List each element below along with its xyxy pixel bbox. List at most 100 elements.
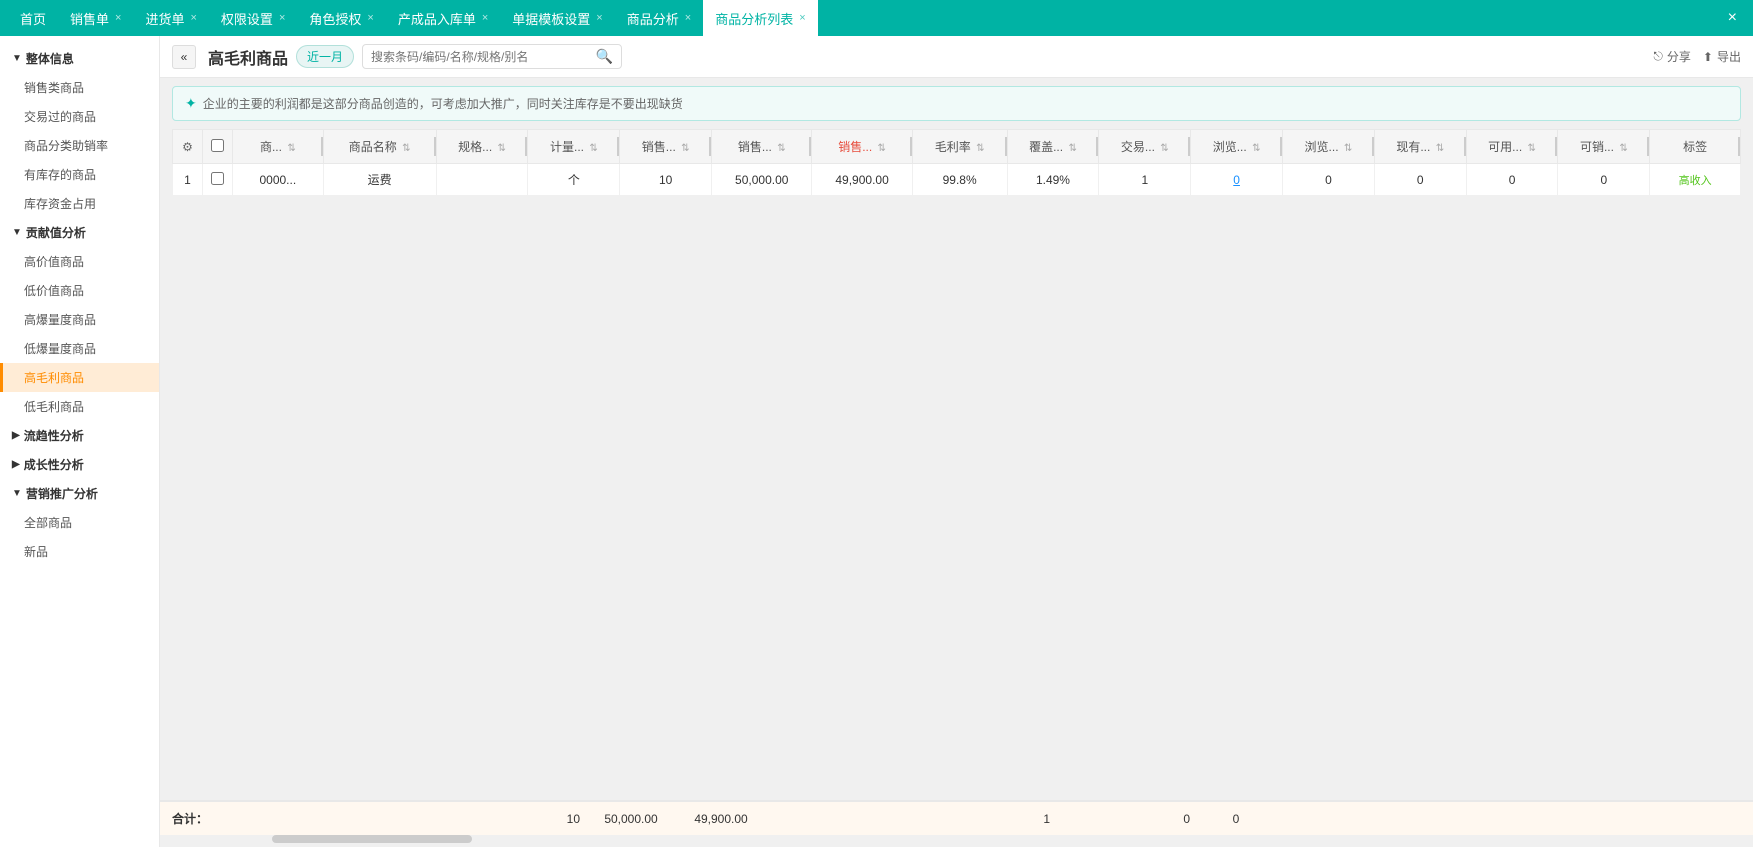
col-header-checkbox[interactable] [203, 130, 233, 164]
sidebar-collapse-button[interactable]: « [172, 45, 196, 69]
sort-icon[interactable]: ⇅ [1528, 143, 1536, 154]
footer-transaction: 1 [766, 812, 1056, 826]
close-icon[interactable]: × [279, 12, 285, 24]
sidebar-item-sales-goods[interactable]: 销售类商品 [0, 73, 159, 102]
col-header-coverage: 覆盖... ⇅ [1007, 130, 1099, 164]
row-spec [436, 164, 528, 196]
main-layout: ▼ 整体信息 销售类商品 交易过的商品 商品分类助销率 有库存的商品 库存资金占… [0, 36, 1753, 847]
sort-icon[interactable]: ⇅ [287, 143, 295, 154]
row-num: 1 [173, 164, 203, 196]
sort-icon[interactable]: ⇅ [402, 143, 410, 154]
content-area: « 高毛利商品 近一月 🔍 ⎋ 分享 ⬆ 导出 [160, 36, 1753, 847]
sidebar-item-new-goods[interactable]: 新品 [0, 537, 159, 566]
sort-icon[interactable]: ⇅ [878, 143, 886, 154]
nav-tab-analysis[interactable]: 商品分析 × [615, 0, 703, 36]
row-browse1[interactable]: 0 [1191, 164, 1283, 196]
sort-icon[interactable]: ⇅ [1252, 143, 1260, 154]
close-icon[interactable]: × [190, 12, 196, 24]
row-name: 运费 [323, 164, 436, 196]
sort-icon[interactable]: ⇅ [589, 143, 597, 154]
gear-icon[interactable]: ⚙ [182, 140, 193, 154]
sidebar-item-high-margin[interactable]: 高毛利商品 [0, 363, 159, 392]
sidebar-item-all-goods[interactable]: 全部商品 [0, 508, 159, 537]
nav-tab-template[interactable]: 单据模板设置 × [500, 0, 614, 36]
search-box[interactable]: 🔍 [362, 44, 622, 69]
export-icon: ⬆ [1703, 50, 1713, 64]
sidebar-item-high-value[interactable]: 高价值商品 [0, 247, 159, 276]
share-icon: ⎋ [1653, 49, 1663, 64]
close-icon[interactable]: × [685, 12, 691, 24]
footer-sales-qty: 10 [216, 812, 586, 826]
select-all-checkbox[interactable] [211, 139, 224, 152]
footer-label: 合计： [172, 810, 208, 827]
sort-icon[interactable]: ⇅ [976, 143, 984, 154]
row-browse2: 0 [1283, 164, 1375, 196]
close-icon[interactable]: × [596, 12, 602, 24]
page-title: 高毛利商品 [208, 45, 288, 69]
horizontal-scrollbar[interactable] [172, 835, 1741, 843]
chevron-right-icon: ▶ [12, 430, 20, 441]
top-navigation: 首页 销售单 × 进货单 × 权限设置 × 角色授权 × 产成品入库单 × 单据… [0, 0, 1753, 36]
row-sales-profit: 49,900.00 [812, 164, 912, 196]
sidebar-group-trend[interactable]: ▶ 流趋性分析 [0, 421, 159, 450]
close-icon[interactable]: × [799, 12, 805, 24]
sidebar-group-overall[interactable]: ▼ 整体信息 [0, 44, 159, 73]
footer-sales-amount: 50,000.00 [586, 812, 676, 826]
scrollbar-thumb[interactable] [272, 835, 472, 843]
col-header-current: 现有... ⇅ [1374, 130, 1466, 164]
sidebar-item-low-value[interactable]: 低价值商品 [0, 276, 159, 305]
table-footer: 合计： 10 50,000.00 49,900.00 1 0 0 [160, 800, 1753, 835]
sidebar-item-in-stock[interactable]: 有库存的商品 [0, 160, 159, 189]
nav-tab-role[interactable]: 角色授权 × [297, 0, 385, 36]
sort-icon[interactable]: ⇅ [1068, 143, 1076, 154]
nav-tab-home[interactable]: 首页 [8, 0, 58, 36]
sort-icon[interactable]: ⇅ [681, 143, 689, 154]
search-icon[interactable]: 🔍 [596, 48, 613, 65]
filter-recent-month-button[interactable]: 近一月 [296, 45, 354, 68]
sort-icon[interactable]: ⇅ [1344, 143, 1352, 154]
close-icon[interactable]: × [482, 12, 488, 24]
nav-tab-purchase[interactable]: 进货单 × [133, 0, 208, 36]
row-checkbox[interactable] [211, 172, 224, 185]
close-all-button[interactable]: × [1720, 9, 1745, 27]
col-header-name: 商品名称 ⇅ [323, 130, 436, 164]
sidebar-item-high-explosion[interactable]: 高爆量度商品 [0, 305, 159, 334]
export-button[interactable]: ⬆ 导出 [1703, 48, 1741, 65]
nav-tab-sales[interactable]: 销售单 × [58, 0, 133, 36]
chevron-down-icon: ▼ [12, 227, 22, 238]
info-banner: ✦ 企业的主要的利润都是这部分商品创造的，可考虑加大推广，同时关注库存是不要出现… [172, 86, 1741, 121]
data-table: ⚙ 商... ⇅ 商品名称 ⇅ [172, 129, 1741, 196]
col-header-unit: 计量... ⇅ [528, 130, 620, 164]
col-header-gear[interactable]: ⚙ [173, 130, 203, 164]
close-icon[interactable]: × [367, 12, 373, 24]
sort-icon[interactable]: ⇅ [1160, 143, 1168, 154]
sidebar-item-traded-goods[interactable]: 交易过的商品 [0, 102, 159, 131]
close-icon[interactable]: × [115, 12, 121, 24]
col-header-sales-profit: 销售... ⇅ [812, 130, 912, 164]
row-current: 0 [1374, 164, 1466, 196]
sidebar-item-low-explosion[interactable]: 低爆量度商品 [0, 334, 159, 363]
sort-icon[interactable]: ⇅ [777, 143, 785, 154]
header-actions: ⎋ 分享 ⬆ 导出 [1653, 48, 1741, 65]
nav-tab-product-inbound[interactable]: 产成品入库单 × [386, 0, 500, 36]
sidebar-group-growth[interactable]: ▶ 成长性分析 [0, 450, 159, 479]
nav-tab-analysis-list[interactable]: 商品分析列表 × [703, 0, 817, 36]
row-available: 0 [1466, 164, 1558, 196]
footer-available: 0 [1196, 812, 1276, 826]
sort-icon[interactable]: ⇅ [1619, 143, 1627, 154]
sort-icon[interactable]: ⇅ [1436, 143, 1444, 154]
nav-tab-permission[interactable]: 权限设置 × [209, 0, 297, 36]
share-button[interactable]: ⎋ 分享 [1653, 48, 1691, 65]
sidebar-group-contribution[interactable]: ▼ 贡献值分析 [0, 218, 159, 247]
col-resizer[interactable] [1738, 137, 1740, 157]
sidebar-group-marketing[interactable]: ▼ 营销推广分析 [0, 479, 159, 508]
sort-icon[interactable]: ⇅ [498, 143, 506, 154]
col-header-transaction: 交易... ⇅ [1099, 130, 1191, 164]
sidebar-item-stock-capital[interactable]: 库存资金占用 [0, 189, 159, 218]
chevron-down-icon: ▼ [12, 488, 22, 499]
sidebar-item-low-margin[interactable]: 低毛利商品 [0, 392, 159, 421]
chevron-down-icon: ▼ [12, 53, 22, 64]
search-input[interactable] [371, 50, 596, 64]
row-checkbox-cell[interactable] [203, 164, 233, 196]
sidebar-item-category-rate[interactable]: 商品分类助销率 [0, 131, 159, 160]
